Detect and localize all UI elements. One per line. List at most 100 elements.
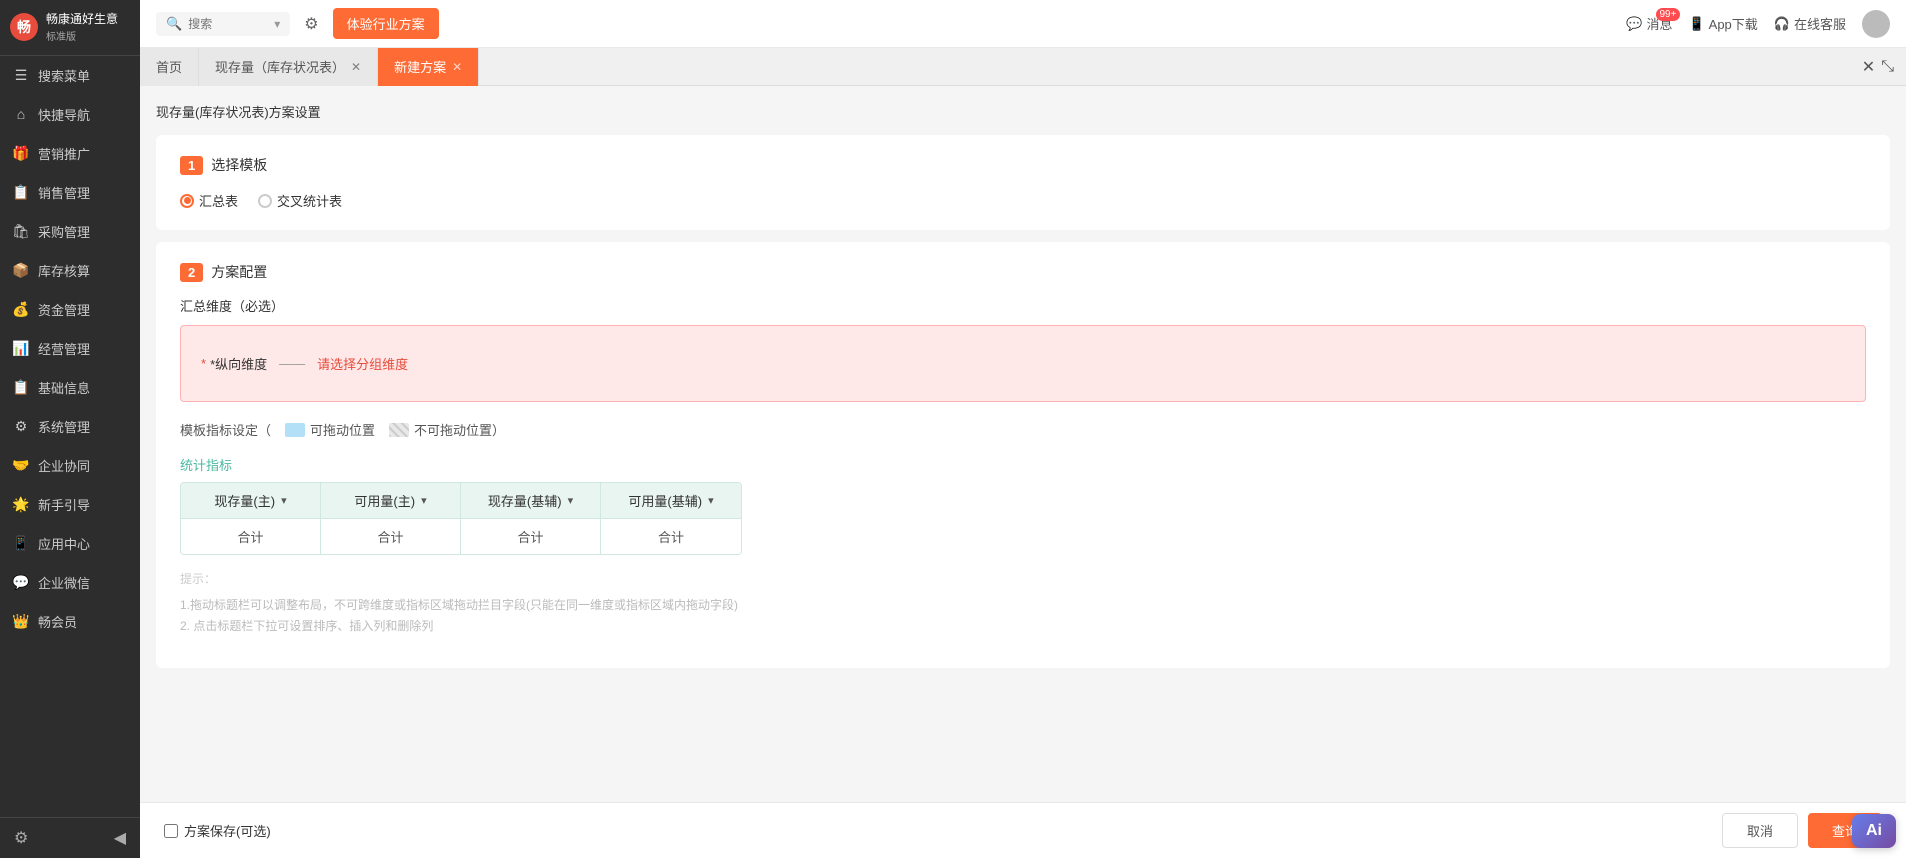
tab-inventory-status[interactable]: 现存量（库存状况表） ✕ bbox=[199, 48, 378, 86]
cancel-button[interactable]: 取消 bbox=[1722, 813, 1798, 848]
stats-header-row: 现存量(主)▾可用量(主)▾现存量(基辅)▾可用量(基辅)▾ bbox=[181, 483, 741, 518]
inventory-tab-close-icon[interactable]: ✕ bbox=[351, 60, 361, 74]
sidebar-item-marketing[interactable]: 🎁营销推广 bbox=[0, 134, 140, 173]
finance-icon: 💰 bbox=[12, 300, 30, 318]
stats-body-cell-0: 合计 bbox=[181, 519, 321, 554]
app-edition: 标准版 bbox=[46, 28, 118, 43]
online-service-button[interactable]: 🎧 在线客服 bbox=[1774, 14, 1846, 33]
sidebar-item-app-center[interactable]: 📱 应用中心 bbox=[0, 524, 140, 563]
tips-title: 提示： bbox=[180, 569, 1866, 591]
stats-header-cell-3[interactable]: 可用量(基辅)▾ bbox=[601, 483, 741, 518]
sidebar-item-search-menu[interactable]: ☰搜索菜单 bbox=[0, 56, 140, 95]
app-name: 畅康通好生意 bbox=[46, 12, 118, 28]
basic-info-icon: 📋 bbox=[12, 378, 30, 396]
app-center-icon: 📱 bbox=[12, 534, 30, 552]
tab-new-plan[interactable]: 新建方案 ✕ bbox=[378, 48, 479, 86]
new-plan-tab-label: 新建方案 bbox=[394, 57, 446, 76]
message-icon: 💬 bbox=[1626, 16, 1642, 32]
main-area: 🔍 ▾ ⚙ 体验行业方案 💬 消息 99+ 📱 App下载 🎧 在线客服 bbox=[140, 0, 1906, 858]
sidebar-footer: ⚙ ◀ bbox=[0, 817, 140, 858]
save-checkbox-input[interactable] bbox=[164, 824, 178, 838]
user-avatar[interactable] bbox=[1862, 10, 1890, 38]
stats-body-cell-1: 合计 bbox=[321, 519, 461, 554]
app-download-button[interactable]: 📱 App下载 bbox=[1688, 14, 1757, 33]
collapse-icon[interactable]: ◀ bbox=[114, 828, 126, 848]
sidebar-item-inventory[interactable]: 📦库存核算 bbox=[0, 251, 140, 290]
inventory-label: 库存核算 bbox=[38, 261, 90, 280]
nodrag-box bbox=[389, 423, 409, 437]
stats-header-cell-1[interactable]: 可用量(主)▾ bbox=[321, 483, 461, 518]
cooperation-icon: 🤝 bbox=[12, 456, 30, 474]
stats-table: 现存量(主)▾可用量(主)▾现存量(基辅)▾可用量(基辅)▾ 合计合计合计合计 bbox=[180, 482, 742, 555]
step2-badge: 2 bbox=[180, 263, 203, 282]
purchase-label: 采购管理 bbox=[38, 222, 90, 241]
sidebar-item-system[interactable]: ⚙ 系统管理 bbox=[0, 407, 140, 446]
quick-nav-label: 快捷导航 bbox=[38, 105, 90, 124]
template-indicator: 模板指标设定（ 可拖动位置 不可拖动位置） bbox=[180, 420, 1866, 439]
search-menu-label: 搜索菜单 bbox=[38, 66, 90, 85]
sidebar-item-sales[interactable]: 📋 销售管理 bbox=[0, 173, 140, 212]
operations-icon: 📊 bbox=[12, 339, 30, 357]
stats-body-cell-3: 合计 bbox=[601, 519, 741, 554]
dimension-required-mark: * bbox=[201, 356, 206, 371]
new-plan-tab-close-icon[interactable]: ✕ bbox=[452, 60, 462, 74]
trial-industry-button[interactable]: 体验行业方案 bbox=[333, 8, 439, 39]
sales-icon: 📋 bbox=[12, 183, 30, 201]
dimension-vertical-label: *纵向维度 bbox=[210, 354, 267, 373]
logo-icon: 畅 bbox=[10, 13, 38, 41]
stats-header-cell-2[interactable]: 现存量(基辅)▾ bbox=[461, 483, 601, 518]
tab-home[interactable]: 首页 bbox=[140, 48, 199, 86]
stats-section: 统计指标 现存量(主)▾可用量(主)▾现存量(基辅)▾可用量(基辅)▾ 合计合计… bbox=[180, 455, 1866, 555]
sidebar-item-weixin[interactable]: 💬企业微信 bbox=[0, 563, 140, 602]
nodrag-indicator: 不可拖动位置） bbox=[389, 420, 505, 439]
stats-section-label: 统计指标 bbox=[180, 455, 1866, 474]
drag-box bbox=[285, 423, 305, 437]
radio-summary-label: 汇总表 bbox=[199, 191, 238, 210]
topbar-search-box[interactable]: 🔍 ▾ bbox=[156, 12, 290, 36]
messages-button[interactable]: 💬 消息 99+ bbox=[1626, 14, 1672, 33]
tip-item-2: 2. 点击标题栏下拉可设置排序、插入列和删除列 bbox=[180, 616, 1866, 638]
close-panel-icon[interactable]: ✕ bbox=[1862, 57, 1875, 77]
settings-icon[interactable]: ⚙ bbox=[14, 828, 28, 848]
sidebar: 畅 畅康通好生意 标准版 ☰搜索菜单 ⌂ 快捷导航 🎁营销推广 📋 销售管理 🛍 采购管理 📦库… bbox=[0, 0, 140, 858]
purchase-icon: 🛍 bbox=[12, 222, 30, 240]
footer-bar: 方案保存(可选) 取消 查询 bbox=[140, 802, 1906, 858]
sidebar-nav: ☰搜索菜单 ⌂ 快捷导航 🎁营销推广 📋 销售管理 🛍 采购管理 📦库存核算💰资金管理📊经营管理… bbox=[0, 56, 140, 817]
sidebar-item-finance[interactable]: 💰资金管理 bbox=[0, 290, 140, 329]
section-plan-config: 2 方案配置 汇总维度（必选） * *纵向维度 —— 请选择分组维度 模板指标设… bbox=[156, 242, 1890, 668]
system-label: 系统管理 bbox=[38, 417, 90, 436]
sidebar-item-basic-info[interactable]: 📋 基础信息 bbox=[0, 368, 140, 407]
search-input[interactable] bbox=[188, 17, 268, 31]
weixin-label: 企业微信 bbox=[38, 573, 90, 592]
save-checkbox-label[interactable]: 方案保存(可选) bbox=[164, 821, 271, 840]
member-label: 畅会员 bbox=[38, 612, 77, 631]
step2-title: 方案配置 bbox=[211, 262, 267, 282]
step1-badge: 1 bbox=[180, 156, 203, 175]
sidebar-item-purchase[interactable]: 🛍 采购管理 bbox=[0, 212, 140, 251]
gear-icon[interactable]: ⚙ bbox=[304, 14, 318, 34]
stats-header-cell-0[interactable]: 现存量(主)▾ bbox=[181, 483, 321, 518]
sidebar-item-operations[interactable]: 📊经营管理 bbox=[0, 329, 140, 368]
ai-button[interactable]: Ai bbox=[1852, 814, 1896, 848]
home-tab-label: 首页 bbox=[156, 57, 182, 76]
app-download-label: App下载 bbox=[1709, 14, 1758, 33]
sidebar-item-quick-nav[interactable]: ⌂ 快捷导航 bbox=[0, 95, 140, 134]
sidebar-item-newbie[interactable]: 🌟新手引导 bbox=[0, 485, 140, 524]
radio-cross[interactable]: 交叉统计表 bbox=[258, 191, 342, 210]
dimension-box[interactable]: * *纵向维度 —— 请选择分组维度 bbox=[180, 325, 1866, 402]
quick-nav-icon: ⌂ bbox=[12, 105, 30, 123]
radio-summary[interactable]: 汇总表 bbox=[180, 191, 238, 210]
expand-icon[interactable]: ⤡ bbox=[1881, 58, 1894, 76]
system-icon: ⚙ bbox=[12, 417, 30, 435]
radio-cross-label: 交叉统计表 bbox=[277, 191, 342, 210]
marketing-label: 营销推广 bbox=[38, 144, 90, 163]
sidebar-item-member[interactable]: 👑畅会员 bbox=[0, 602, 140, 641]
basic-info-label: 基础信息 bbox=[38, 378, 90, 397]
sales-label: 销售管理 bbox=[38, 183, 90, 202]
sidebar-item-cooperation[interactable]: 🤝企业协同 bbox=[0, 446, 140, 485]
app-center-label: 应用中心 bbox=[38, 534, 90, 553]
step2-header: 2 方案配置 bbox=[180, 262, 1866, 282]
phone-icon: 📱 bbox=[1688, 16, 1704, 32]
indicator-label: 模板指标设定（ bbox=[180, 420, 271, 439]
inventory-tab-label: 现存量（库存状况表） bbox=[215, 57, 345, 76]
